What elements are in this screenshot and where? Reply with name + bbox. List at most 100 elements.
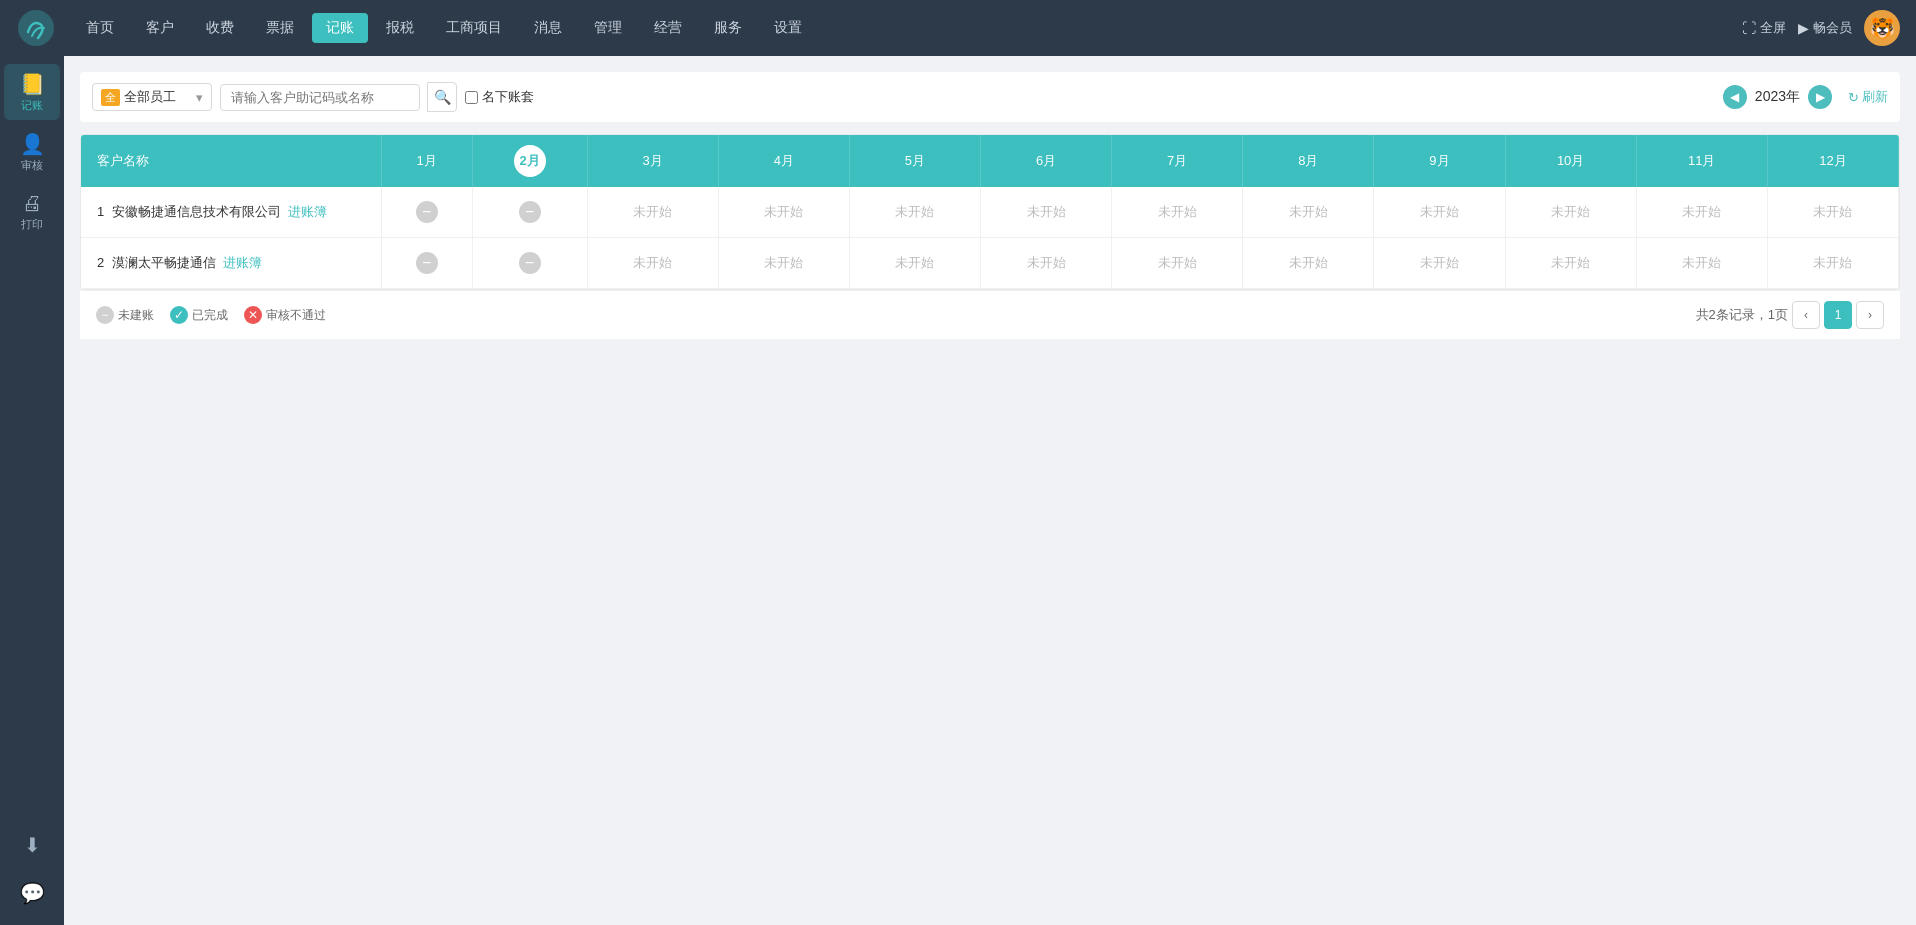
col-header-mar: 3月 (587, 135, 718, 187)
svg-point-0 (18, 10, 54, 46)
total-text: 共2条记录，1页 (1696, 306, 1788, 324)
dropdown-icon: ▾ (196, 90, 203, 105)
vip-button[interactable]: ▶ 畅会员 (1798, 19, 1852, 37)
nav-bookkeeping[interactable]: 记账 (312, 13, 368, 43)
col-header-jan: 1月 (381, 135, 472, 187)
refresh-icon: ↻ (1848, 90, 1859, 105)
enter-ledger-link-2[interactable]: 进账簿 (223, 255, 262, 270)
sidebar-bottom: ⬇ 💬 (12, 825, 52, 913)
nav-service[interactable]: 服务 (700, 13, 756, 43)
page-1-button[interactable]: 1 (1824, 301, 1852, 329)
client-name-cell-2: 2 漠澜太平畅捷通信 进账簿 (81, 238, 381, 289)
status-dec-1: 未开始 (1767, 187, 1898, 238)
next-year-button[interactable]: ▶ (1808, 85, 1832, 109)
legend-rejected-label: 审核不通过 (266, 307, 326, 324)
chat-button[interactable]: 💬 (12, 873, 52, 913)
table-footer: − 未建账 ✓ 已完成 ✕ 审核不通过 共2条记录，1页 ‹ 1 › (80, 290, 1900, 339)
prev-page-button[interactable]: ‹ (1792, 301, 1820, 329)
year-display: 2023年 (1755, 88, 1800, 106)
search-input[interactable] (220, 84, 420, 111)
col-header-sep: 9月 (1374, 135, 1505, 187)
employee-label: 全部员工 (124, 88, 176, 106)
status-aug-2: 未开始 (1243, 238, 1374, 289)
audit-icon: 👤 (20, 132, 45, 156)
nav-home[interactable]: 首页 (72, 13, 128, 43)
status-icon-gray: − (416, 201, 438, 223)
col-header-jul: 7月 (1112, 135, 1243, 187)
search-button[interactable]: 🔍 (427, 82, 457, 112)
status-jan-2: − (381, 238, 472, 289)
my-accounts-label: 名下账套 (482, 88, 534, 106)
col-header-jun: 6月 (980, 135, 1111, 187)
status-feb-2: − (472, 238, 587, 289)
status-nov-1: 未开始 (1636, 187, 1767, 238)
avatar[interactable]: 🐯 (1864, 10, 1900, 46)
nav-business[interactable]: 工商项目 (432, 13, 516, 43)
nav-client[interactable]: 客户 (132, 13, 188, 43)
col-header-dec: 12月 (1767, 135, 1898, 187)
nav-settings[interactable]: 设置 (760, 13, 816, 43)
client-name-2: 漠澜太平畅捷通信 (112, 255, 216, 270)
status-apr-2: 未开始 (718, 238, 849, 289)
status-oct-1: 未开始 (1505, 187, 1636, 238)
client-index-1: 1 (97, 204, 104, 219)
download-button[interactable]: ⬇ (12, 825, 52, 865)
data-table: 客户名称 1月 2月 3月 4月 5月 6月 7月 8月 9月 10月 11月 … (81, 135, 1899, 289)
legend-completed: ✓ 已完成 (170, 306, 228, 324)
nav-tax[interactable]: 报税 (372, 13, 428, 43)
status-icon-gray: − (416, 252, 438, 274)
col-header-aug: 8月 (1243, 135, 1374, 187)
bookkeeping-icon: 📒 (20, 72, 45, 96)
legend-red-icon: ✕ (244, 306, 262, 324)
client-name-cell-1: 1 安徽畅捷通信息技术有限公司 进账簿 (81, 187, 381, 238)
sidebar-item-audit[interactable]: 👤 审核 (4, 124, 60, 180)
logo[interactable] (16, 8, 56, 48)
status-may-2: 未开始 (849, 238, 980, 289)
enter-ledger-link-1[interactable]: 进账簿 (288, 204, 327, 219)
pagination: 共2条记录，1页 ‹ 1 › (1696, 301, 1884, 329)
status-feb-1: − (472, 187, 587, 238)
sidebar-item-bookkeeping[interactable]: 📒 记账 (4, 64, 60, 120)
my-accounts-checkbox-label[interactable]: 名下账套 (465, 88, 534, 106)
nav-right: ⛶ 全屏 ▶ 畅会员 🐯 (1742, 10, 1900, 46)
status-mar-1: 未开始 (587, 187, 718, 238)
legend-completed-label: 已完成 (192, 307, 228, 324)
search-icon: 🔍 (434, 89, 451, 105)
col-header-feb: 2月 (472, 135, 587, 187)
status-may-1: 未开始 (849, 187, 980, 238)
fullscreen-button[interactable]: ⛶ 全屏 (1742, 19, 1786, 37)
refresh-button[interactable]: ↻ 刷新 (1848, 88, 1888, 106)
nav-invoice[interactable]: 票据 (252, 13, 308, 43)
client-index-2: 2 (97, 255, 104, 270)
sidebar: 📒 记账 👤 审核 🖨 打印 ⬇ 💬 (0, 56, 64, 925)
legend-not-built: − 未建账 (96, 306, 154, 324)
status-dec-2: 未开始 (1767, 238, 1898, 289)
table-row: 2 漠澜太平畅捷通信 进账簿 − − 未开始 未开始 未开始 未开始 未开始 (81, 238, 1899, 289)
nav-fee[interactable]: 收费 (192, 13, 248, 43)
status-apr-1: 未开始 (718, 187, 849, 238)
nav-message[interactable]: 消息 (520, 13, 576, 43)
col-header-name: 客户名称 (81, 135, 381, 187)
employee-select[interactable]: 全 全部员工 ▾ (92, 83, 212, 111)
client-name-1: 安徽畅捷通信息技术有限公司 (112, 204, 281, 219)
status-oct-2: 未开始 (1505, 238, 1636, 289)
nav-items: 首页 客户 收费 票据 记账 报税 工商项目 消息 管理 经营 服务 设置 (72, 13, 1742, 43)
next-page-button[interactable]: › (1856, 301, 1884, 329)
col-header-oct: 10月 (1505, 135, 1636, 187)
status-sep-2: 未开始 (1374, 238, 1505, 289)
col-header-apr: 4月 (718, 135, 849, 187)
status-nov-2: 未开始 (1636, 238, 1767, 289)
status-jun-1: 未开始 (980, 187, 1111, 238)
sidebar-item-print[interactable]: 🖨 打印 (4, 184, 60, 240)
data-table-wrapper: 客户名称 1月 2月 3月 4月 5月 6月 7月 8月 9月 10月 11月 … (80, 134, 1900, 290)
prev-year-button[interactable]: ◀ (1723, 85, 1747, 109)
status-jun-2: 未开始 (980, 238, 1111, 289)
nav-operation[interactable]: 经营 (640, 13, 696, 43)
my-accounts-checkbox[interactable] (465, 91, 478, 104)
legend-gray-icon: − (96, 306, 114, 324)
employee-tag: 全 (101, 89, 120, 106)
nav-manage[interactable]: 管理 (580, 13, 636, 43)
status-aug-1: 未开始 (1243, 187, 1374, 238)
table-row: 1 安徽畅捷通信息技术有限公司 进账簿 − − 未开始 未开始 未开始 未开始 … (81, 187, 1899, 238)
top-nav: 首页 客户 收费 票据 记账 报税 工商项目 消息 管理 经营 服务 设置 ⛶ … (0, 0, 1916, 56)
